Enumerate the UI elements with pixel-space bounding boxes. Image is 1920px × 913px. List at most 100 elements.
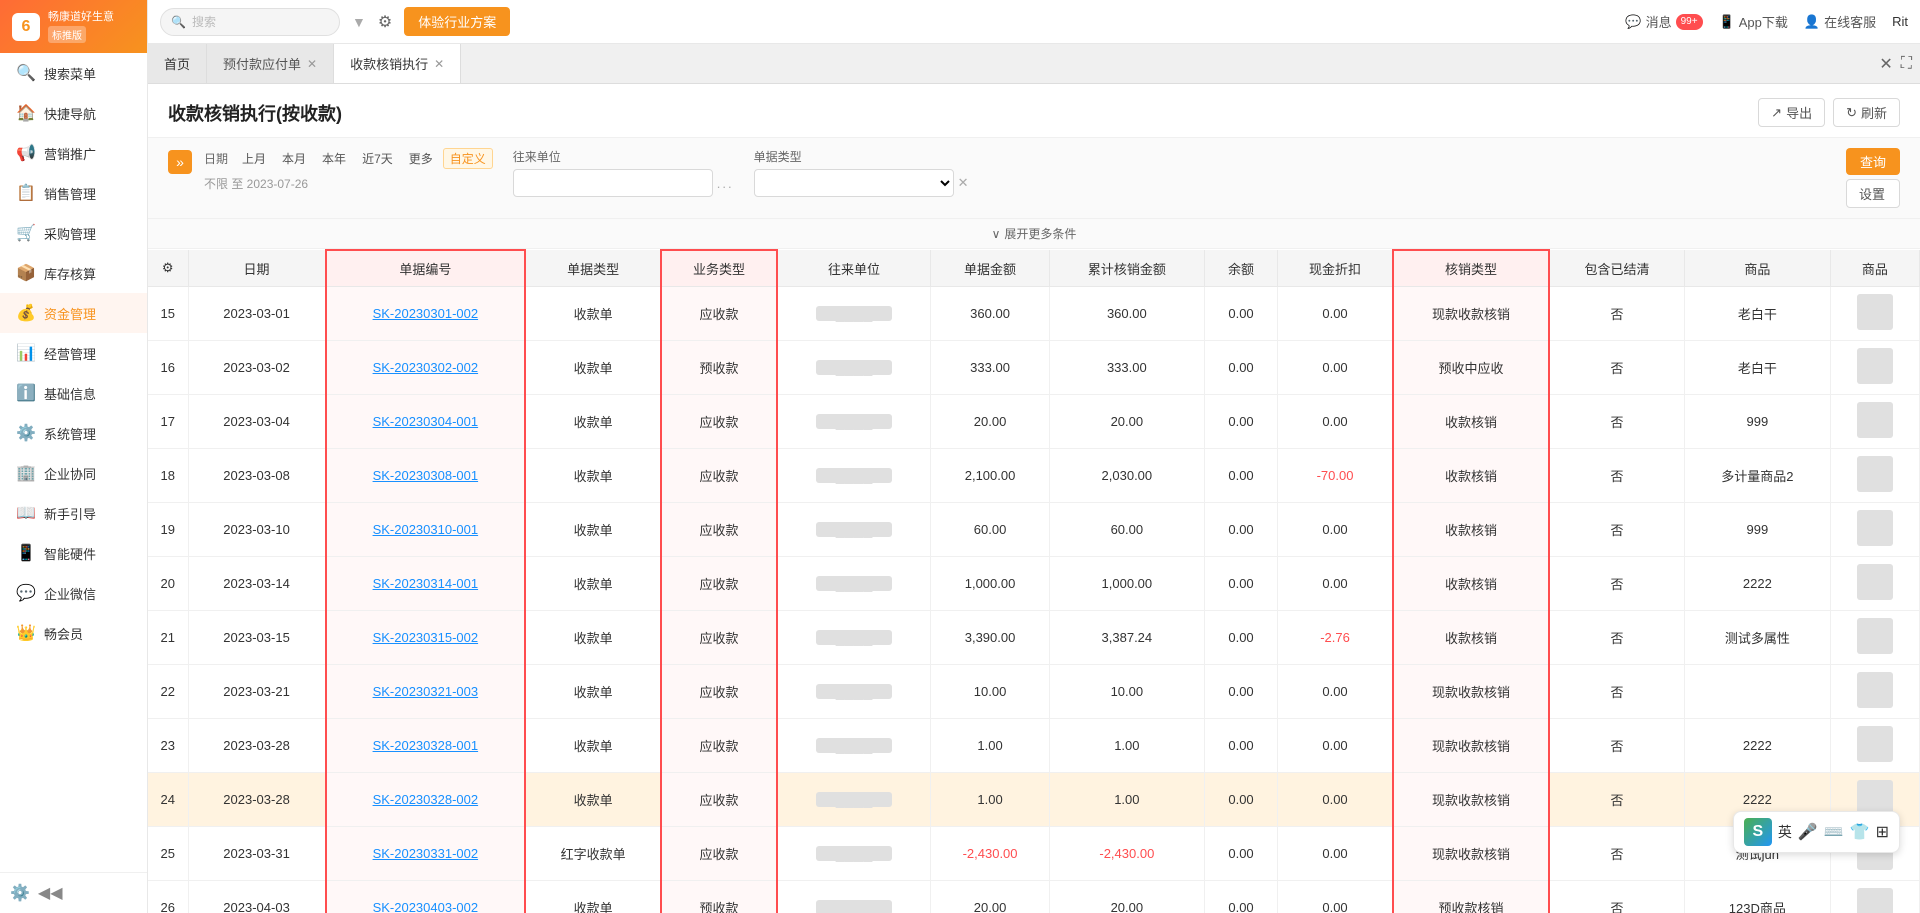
- collapse-icon[interactable]: ◀◀: [38, 883, 63, 903]
- filter-doctype-field: 单据类型 ✕: [754, 148, 969, 197]
- cell-cash-discount: -2.76: [1278, 611, 1393, 665]
- doc-no-link[interactable]: SK-20230304-001: [373, 414, 479, 429]
- table-row[interactable]: 18 2023-03-08 SK-20230308-001 收款单 应收款 ██…: [148, 449, 1920, 503]
- sidebar-item-member[interactable]: 👑 畅会员: [0, 613, 147, 653]
- doc-no-link[interactable]: SK-20230308-001: [373, 468, 479, 483]
- sidebar-item-inventory[interactable]: 📦 库存核算: [0, 253, 147, 293]
- doc-no-link[interactable]: SK-20230315-002: [373, 630, 479, 645]
- tab-verify[interactable]: 收款核销执行 ✕: [334, 44, 461, 83]
- chevron-down-icon: ∨: [992, 227, 1001, 241]
- doc-no-link[interactable]: SK-20230328-001: [373, 738, 479, 753]
- table-container[interactable]: ⚙ 日期 单据编号 单据类型 业务类型 往来单位 单据金额 累计核销金额 余额 …: [148, 249, 1920, 913]
- doc-no-link[interactable]: SK-20230321-003: [373, 684, 479, 699]
- sidebar-item-marketing[interactable]: 📢 营销推广: [0, 133, 147, 173]
- sidebar-item-basic-info[interactable]: ℹ️ 基础信息: [0, 373, 147, 413]
- table-row[interactable]: 19 2023-03-10 SK-20230310-001 收款单 应收款 ██…: [148, 503, 1920, 557]
- cell-amount: 3,390.00: [931, 611, 1050, 665]
- filter-toggle-button[interactable]: »: [168, 150, 192, 174]
- online-service-item[interactable]: 👤 在线客服: [1804, 12, 1876, 31]
- cell-balance: 0.00: [1204, 449, 1278, 503]
- refresh-icon: ↻: [1846, 105, 1857, 121]
- cell-biz-type: 应收款: [661, 827, 777, 881]
- sidebar-item-search-menu[interactable]: 🔍 搜索菜单: [0, 53, 147, 93]
- filter-bar: » 日期 上月 本月 本年 近7天 更多 自定义 不限 至: [148, 138, 1920, 219]
- cell-cash-discount: 0.00: [1278, 773, 1393, 827]
- dropdown-arrow-icon[interactable]: ▼: [352, 14, 366, 30]
- sidebar-item-enterprise[interactable]: 🏢 企业协同: [0, 453, 147, 493]
- doc-no-link[interactable]: SK-20230301-002: [373, 306, 479, 321]
- cell-verified: 60.00: [1049, 503, 1204, 557]
- sidebar-item-quick-nav[interactable]: 🏠 快捷导航: [0, 93, 147, 133]
- doc-no-link[interactable]: SK-20230403-002: [373, 900, 479, 913]
- table-row[interactable]: 26 2023-04-03 SK-20230403-002 收款单 预收款 ██…: [148, 881, 1920, 913]
- date-this-year[interactable]: 本年: [316, 148, 352, 169]
- settings-filter-button[interactable]: 设置: [1846, 179, 1900, 208]
- query-button[interactable]: 查询: [1846, 148, 1900, 175]
- sidebar-item-system[interactable]: ⚙️ 系统管理: [0, 413, 147, 453]
- table-row[interactable]: 16 2023-03-02 SK-20230302-002 收款单 预收款 ██…: [148, 341, 1920, 395]
- cell-partner: ████: [777, 287, 931, 341]
- cell-no: 16: [148, 341, 188, 395]
- tab-verify-close[interactable]: ✕: [434, 57, 444, 71]
- gear-icon[interactable]: ⚙: [378, 12, 392, 32]
- doc-no-link[interactable]: SK-20230302-002: [373, 360, 479, 375]
- table-row[interactable]: 21 2023-03-15 SK-20230315-002 收款单 应收款 ██…: [148, 611, 1920, 665]
- cell-no: 18: [148, 449, 188, 503]
- brand-edition: 标推版: [48, 26, 86, 43]
- date-last-month[interactable]: 上月: [236, 148, 272, 169]
- doctype-clear-icon[interactable]: ✕: [958, 175, 969, 191]
- doc-no-link[interactable]: SK-20230310-001: [373, 522, 479, 537]
- sidebar-item-label: 采购管理: [44, 224, 96, 243]
- table-row[interactable]: 24 2023-03-28 SK-20230328-002 收款单 应收款 ██…: [148, 773, 1920, 827]
- settings-bottom-icon[interactable]: ⚙️: [10, 883, 30, 903]
- cell-doc-type: 收款单: [525, 773, 661, 827]
- table-row[interactable]: 22 2023-03-21 SK-20230321-003 收款单 应收款 ██…: [148, 665, 1920, 719]
- sidebar-item-guide[interactable]: 📖 新手引导: [0, 493, 147, 533]
- doc-no-link[interactable]: SK-20230328-002: [373, 792, 479, 807]
- cell-incl-settled: 否: [1549, 449, 1684, 503]
- solution-button[interactable]: 体验行业方案: [404, 7, 510, 36]
- th-biz-type: 业务类型: [661, 250, 777, 287]
- export-button[interactable]: ↗ 导出: [1758, 98, 1825, 127]
- th-settings[interactable]: ⚙: [148, 250, 188, 287]
- table-row[interactable]: 15 2023-03-01 SK-20230301-002 收款单 应收款 ██…: [148, 287, 1920, 341]
- doc-no-link[interactable]: SK-20230314-001: [373, 576, 479, 591]
- sidebar-item-sales[interactable]: 📋 销售管理: [0, 173, 147, 213]
- cell-amount: 1,000.00: [931, 557, 1050, 611]
- sidebar-item-purchase[interactable]: 🛒 采购管理: [0, 213, 147, 253]
- table-row[interactable]: 20 2023-03-14 SK-20230314-001 收款单 应收款 ██…: [148, 557, 1920, 611]
- sidebar-item-operations[interactable]: 📊 经营管理: [0, 333, 147, 373]
- cell-verified: 20.00: [1049, 881, 1204, 913]
- date-this-month[interactable]: 本月: [276, 148, 312, 169]
- page-header: 收款核销执行(按收款) ↗ 导出 ↻ 刷新: [148, 84, 1920, 138]
- top-search-box[interactable]: 🔍 搜索: [160, 8, 340, 36]
- table-row[interactable]: 17 2023-03-04 SK-20230304-001 收款单 应收款 ██…: [148, 395, 1920, 449]
- sidebar-item-smart-hw[interactable]: 📱 智能硬件: [0, 533, 147, 573]
- sidebar-item-finance[interactable]: 💰 资金管理: [0, 293, 147, 333]
- tab-prepayment[interactable]: 预付款应付单 ✕: [207, 44, 334, 83]
- date-custom[interactable]: 自定义: [443, 148, 493, 169]
- expand-more-button[interactable]: ∨ 展开更多条件: [992, 225, 1077, 242]
- cell-biz-type: 应收款: [661, 611, 777, 665]
- cell-incl-settled: 否: [1549, 395, 1684, 449]
- doctype-select[interactable]: [754, 169, 954, 197]
- table-row[interactable]: 23 2023-03-28 SK-20230328-001 收款单 应收款 ██…: [148, 719, 1920, 773]
- partner-dots[interactable]: ...: [717, 176, 734, 191]
- filter-date-field: 日期 上月 本月 本年 近7天 更多 自定义 不限 至 2023-07-26: [204, 148, 493, 192]
- refresh-button[interactable]: ↻ 刷新: [1833, 98, 1900, 127]
- brand-icon: 6: [12, 13, 40, 41]
- partner-input[interactable]: [513, 169, 713, 197]
- app-download-item[interactable]: 📱 App下载: [1719, 12, 1788, 31]
- cell-doc-type: 收款单: [525, 503, 661, 557]
- message-item[interactable]: 💬 消息 99+: [1625, 12, 1702, 31]
- tab-prepayment-close[interactable]: ✕: [307, 57, 317, 71]
- sidebar-item-enterprise-wx[interactable]: 💬 企业微信: [0, 573, 147, 613]
- tab-close-all-icon[interactable]: ✕: [1879, 54, 1892, 74]
- tab-expand-icon[interactable]: ⛶: [1901, 55, 1912, 73]
- watermark-text: 英: [1778, 822, 1792, 842]
- tab-home[interactable]: 首页: [148, 44, 207, 83]
- table-row[interactable]: 25 2023-03-31 SK-20230331-002 红字收款单 应收款 …: [148, 827, 1920, 881]
- doc-no-link[interactable]: SK-20230331-002: [373, 846, 479, 861]
- date-more[interactable]: 更多: [403, 148, 439, 169]
- date-7days[interactable]: 近7天: [356, 148, 399, 169]
